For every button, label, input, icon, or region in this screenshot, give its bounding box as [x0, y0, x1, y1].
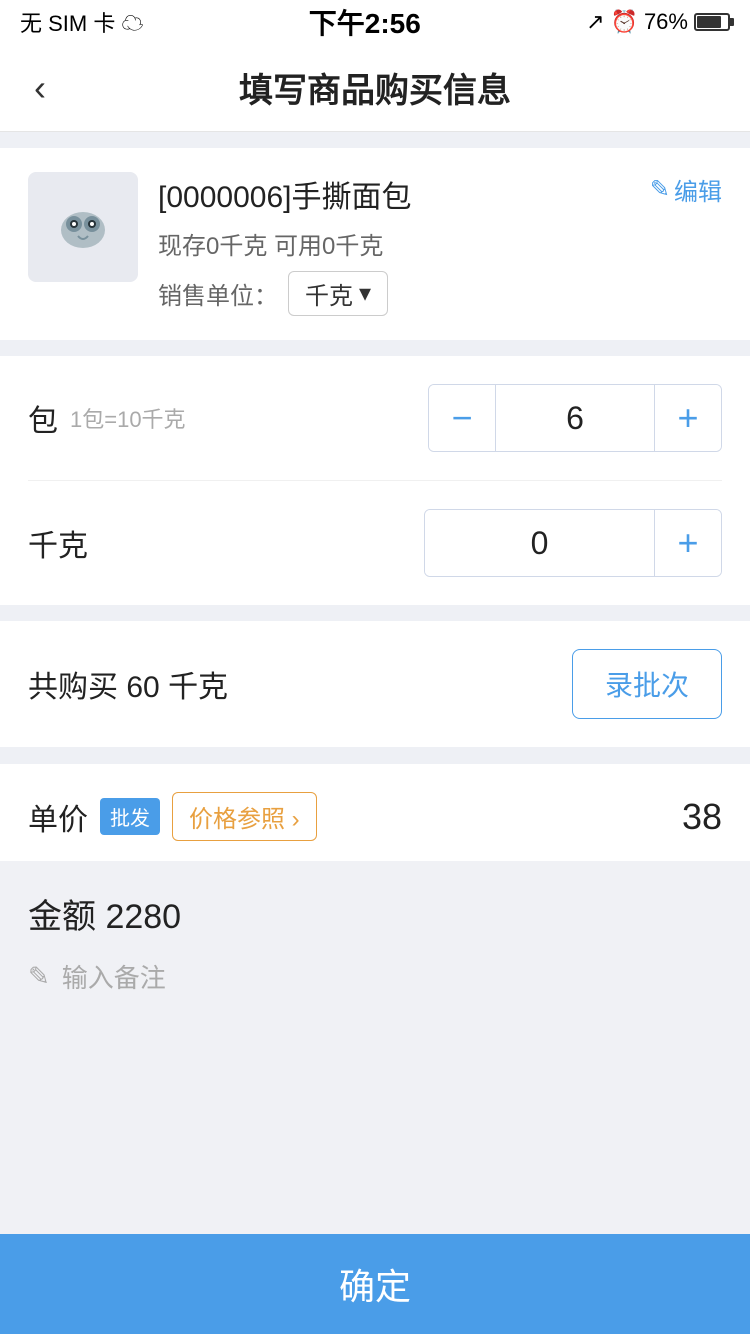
unit-dropdown[interactable]: 千克 ▾ — [288, 271, 388, 316]
battery-label: 76% — [644, 9, 688, 35]
sim-label: 无 SIM 卡 ☁ — [20, 6, 143, 38]
pencil-icon: ✎ — [28, 961, 50, 992]
edit-icon: ✎ — [650, 175, 670, 204]
remark-placeholder: 输入备注 — [62, 958, 166, 995]
nav-bar: ‹ 填写商品购买信息 — [0, 44, 750, 132]
kg-quantity-row: 千克 + — [28, 481, 722, 605]
kg-quantity-control: + — [424, 509, 722, 577]
bag-label: 包 1包=10千克 — [28, 396, 186, 440]
price-ref-button[interactable]: 价格参照 › — [172, 792, 317, 841]
product-name: [0000006]手撕面包 — [158, 172, 630, 216]
edit-button[interactable]: ✎ 编辑 — [650, 172, 722, 207]
unit-label: 销售单位： — [158, 276, 278, 311]
total-label: 共购买 60 千克 — [28, 662, 228, 706]
confirm-button[interactable]: 确定 — [0, 1234, 750, 1334]
kg-label: 千克 — [28, 521, 88, 565]
price-divider — [0, 747, 750, 763]
product-stock: 现存0千克 可用0千克 — [158, 226, 630, 261]
remark-row[interactable]: ✎ 输入备注 — [28, 958, 722, 995]
kg-quantity-input[interactable] — [425, 510, 655, 576]
amount-section: 金额 2280 ✎ 输入备注 — [0, 861, 750, 1115]
status-left: 无 SIM 卡 ☁ — [20, 6, 143, 38]
bag-quantity-control: − + — [428, 384, 722, 452]
batch-button[interactable]: 录批次 — [572, 649, 722, 719]
product-card: [0000006]手撕面包 现存0千克 可用0千克 销售单位： 千克 ▾ ✎ 编… — [0, 148, 750, 340]
bag-quantity-row: 包 1包=10千克 − + — [28, 356, 722, 481]
page-title: 填写商品购买信息 — [239, 63, 511, 112]
status-time: 下午2:56 — [309, 2, 421, 42]
wholesale-badge: 批发 — [100, 798, 160, 835]
battery-icon — [694, 13, 730, 31]
back-button[interactable]: ‹ — [24, 57, 56, 119]
price-value: 38 — [682, 796, 722, 838]
location-icon: ↗ — [586, 9, 604, 35]
mid-divider — [0, 340, 750, 356]
price-section: 单价 批发 价格参照 › 38 — [0, 763, 750, 861]
kg-plus-button[interactable]: + — [655, 510, 721, 576]
section-divider — [0, 605, 750, 621]
status-bar: 无 SIM 卡 ☁ 下午2:56 ↗ ⏰ 76% — [0, 0, 750, 44]
chevron-down-icon: ▾ — [359, 279, 371, 308]
bag-plus-button[interactable]: + — [655, 385, 721, 451]
status-right: ↗ ⏰ 76% — [586, 9, 730, 35]
product-unit-row: 销售单位： 千克 ▾ — [158, 271, 630, 316]
price-row: 单价 批发 价格参照 › 38 — [28, 792, 722, 841]
product-info: [0000006]手撕面包 现存0千克 可用0千克 销售单位： 千克 ▾ — [158, 172, 630, 316]
quantity-section: 包 1包=10千克 − + 千克 + — [0, 356, 750, 605]
top-divider — [0, 132, 750, 148]
page-spacer — [0, 1115, 750, 1235]
alarm-icon: ⏰ — [611, 9, 638, 35]
bag-minus-button[interactable]: − — [429, 385, 495, 451]
amount-row: 金额 2280 — [28, 889, 722, 938]
product-thumbnail — [28, 172, 138, 282]
bag-quantity-input[interactable] — [495, 385, 655, 451]
price-label: 单价 批发 价格参照 › — [28, 792, 317, 841]
total-row: 共购买 60 千克 录批次 — [0, 621, 750, 747]
